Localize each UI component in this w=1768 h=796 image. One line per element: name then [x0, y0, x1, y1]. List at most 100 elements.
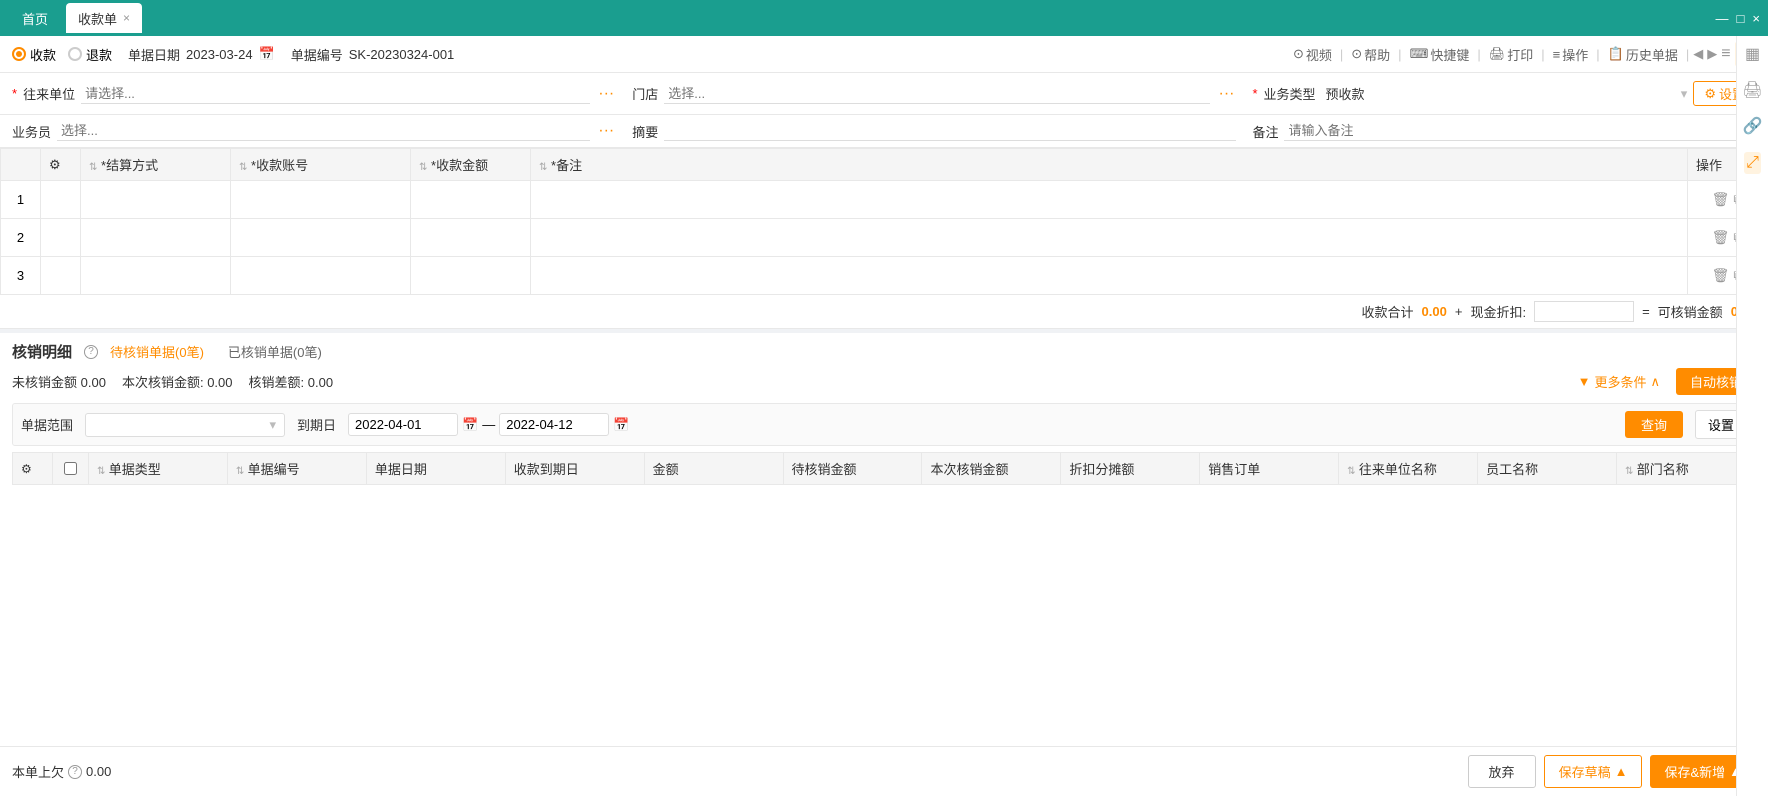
- form-row-1: * 往来单位 ··· 门店 ··· * 业务类型 预收款 ▾ ⚙ 设置: [0, 73, 1768, 115]
- store-input[interactable]: [664, 84, 1210, 104]
- row-3-settings: [41, 257, 81, 295]
- row-2-account[interactable]: [231, 219, 411, 257]
- select-all-checkbox[interactable]: [64, 462, 77, 475]
- bt-col-checkbox[interactable]: [53, 453, 89, 485]
- row-2-delete-icon[interactable]: 🗑: [1712, 229, 1730, 246]
- maximize-icon[interactable]: □: [1737, 11, 1745, 26]
- counterparty-ellipsis[interactable]: ···: [596, 85, 616, 103]
- remark-sort-icon: ⇅: [539, 162, 547, 173]
- unverified-label: 未核销金额: [12, 375, 77, 390]
- counterparty-field: * 往来单位 ···: [12, 84, 616, 104]
- shortcut-action[interactable]: ⌨ 快捷键: [1406, 43, 1474, 66]
- date-from-input[interactable]: [348, 413, 458, 436]
- row-3-delete-icon[interactable]: 🗑: [1712, 267, 1730, 284]
- window-controls: — □ ×: [1716, 11, 1760, 26]
- sidebar-link-icon[interactable]: 🔗: [1743, 116, 1763, 136]
- row-2-settlement[interactable]: [81, 219, 231, 257]
- counterparty-label: 往来单位: [23, 84, 75, 103]
- row-2-settings: [41, 219, 81, 257]
- staff-input[interactable]: [57, 121, 590, 141]
- date-calendar-from[interactable]: 📅: [462, 417, 478, 433]
- date-calendar-icon[interactable]: 📅: [259, 46, 275, 62]
- current-label: 本次核销金额:: [122, 375, 204, 390]
- row-3-amount[interactable]: [411, 257, 531, 295]
- date-calendar-to[interactable]: 📅: [613, 417, 629, 433]
- col-settings-header[interactable]: ⚙: [41, 149, 81, 181]
- table-row: 3 🗑 ⧉: [1, 257, 1768, 295]
- nav-home-tab[interactable]: 首页: [8, 0, 62, 36]
- footer-info-icon[interactable]: ?: [68, 765, 82, 779]
- query-button[interactable]: 查询: [1625, 411, 1683, 438]
- account-sort-icon: ⇅: [239, 162, 247, 173]
- summary-input[interactable]: [664, 121, 1236, 141]
- history-action[interactable]: 📋 历史单据: [1604, 43, 1682, 66]
- col-remark-header: ⇅ *备注: [531, 149, 1688, 181]
- row-3-remark[interactable]: [531, 257, 1688, 295]
- verify-info-icon[interactable]: ?: [84, 345, 98, 359]
- number-label: 单据编号: [291, 45, 343, 64]
- tab-close-icon[interactable]: ×: [123, 11, 130, 25]
- help-label: 帮助: [1364, 45, 1390, 64]
- row-1-delete-icon[interactable]: 🗑: [1712, 191, 1730, 208]
- row-1-settlement[interactable]: [81, 181, 231, 219]
- business-type-field: * 业务类型 预收款 ▾ ⚙ 设置: [1252, 81, 1756, 106]
- bt-col-current: 本次核销金额: [922, 453, 1061, 485]
- nav-right-icon[interactable]: ▶: [1707, 46, 1717, 62]
- footer-info: 本单上欠 ? 0.00: [12, 762, 111, 781]
- col-account-header: ⇅ *收款账号: [231, 149, 411, 181]
- shortcut-icon: ⌨: [1410, 46, 1429, 62]
- sidebar-expand-icon[interactable]: ⤢: [1744, 152, 1761, 174]
- row-2-remark[interactable]: [531, 219, 1688, 257]
- help-action[interactable]: ⊙ 帮助: [1347, 43, 1394, 66]
- range-select-wrap[interactable]: ▾: [85, 413, 285, 437]
- date-to-input[interactable]: [499, 413, 609, 436]
- amount-sort-icon: ⇅: [419, 162, 427, 173]
- form-row-2: 业务员 ··· 摘要 备注: [0, 115, 1768, 148]
- discount-input[interactable]: [1534, 301, 1634, 322]
- save-draft-label: 保存草稿: [1559, 762, 1611, 781]
- row-1-amount[interactable]: [411, 181, 531, 219]
- date-range-group: 📅 — 📅: [348, 413, 629, 436]
- store-label: 门店: [632, 84, 658, 103]
- row-1-remark[interactable]: [531, 181, 1688, 219]
- verify-stats: 未核销金额 0.00 本次核销金额: 0.00 核销差额: 0.00 ▼ 更多条…: [12, 368, 1756, 395]
- operations-label: 操作: [1562, 45, 1588, 64]
- completed-tab[interactable]: 已核销单据(0笔): [228, 342, 322, 361]
- save-draft-button[interactable]: 保存草稿 ▲: [1544, 755, 1643, 788]
- abandon-button[interactable]: 放弃: [1468, 755, 1536, 788]
- window-close-icon[interactable]: ×: [1752, 11, 1760, 26]
- store-ellipsis[interactable]: ···: [1216, 85, 1236, 103]
- col-index-header: [1, 149, 41, 181]
- row-2-amount[interactable]: [411, 219, 531, 257]
- minimize-icon[interactable]: —: [1716, 11, 1729, 26]
- staff-ellipsis[interactable]: ···: [596, 122, 616, 140]
- remark-input[interactable]: [1284, 121, 1756, 141]
- refund-radio[interactable]: 退款: [68, 45, 112, 64]
- business-type-dropdown[interactable]: ▾: [1681, 86, 1688, 102]
- range-label: 单据范围: [21, 415, 73, 434]
- receipt-table-section: ⚙ ⇅ *结算方式 ⇅ *收款账号 ⇅ *收款金额 ⇅: [0, 148, 1768, 295]
- bt-col-settings[interactable]: ⚙: [13, 453, 53, 485]
- business-type-label: 业务类型: [1264, 84, 1316, 103]
- bt-col-number: ⇅ 单据编号: [227, 453, 366, 485]
- row-3-index: 3: [1, 257, 41, 295]
- bt-col-type: ⇅ 单据类型: [89, 453, 228, 485]
- nav-left-icon[interactable]: ◀: [1693, 46, 1703, 62]
- operations-action[interactable]: ≡ 操作: [1549, 43, 1593, 66]
- nav-active-tab[interactable]: 收款单 ×: [66, 3, 142, 33]
- table-row: 2 🗑 ⧉: [1, 219, 1768, 257]
- receipt-radio[interactable]: 收款: [12, 45, 56, 64]
- top-nav: 首页 收款单 × — □ ×: [0, 0, 1768, 36]
- sidebar-print-icon[interactable]: 🖨: [1742, 80, 1762, 100]
- list-view-icon[interactable]: ≡: [1721, 45, 1730, 63]
- video-action[interactable]: ⊙ 视频: [1289, 43, 1336, 66]
- sidebar-table-icon[interactable]: ▦: [1745, 44, 1760, 64]
- receipt-table: ⚙ ⇅ *结算方式 ⇅ *收款账号 ⇅ *收款金额 ⇅: [0, 148, 1768, 295]
- pending-tab[interactable]: 待核销单据(0笔): [110, 342, 204, 361]
- counterparty-input[interactable]: [81, 84, 590, 104]
- print-action[interactable]: 🖨 打印: [1485, 43, 1538, 66]
- row-3-account[interactable]: [231, 257, 411, 295]
- more-conditions-btn[interactable]: ▼ 更多条件 ∧: [1578, 372, 1660, 391]
- row-1-account[interactable]: [231, 181, 411, 219]
- row-3-settlement[interactable]: [81, 257, 231, 295]
